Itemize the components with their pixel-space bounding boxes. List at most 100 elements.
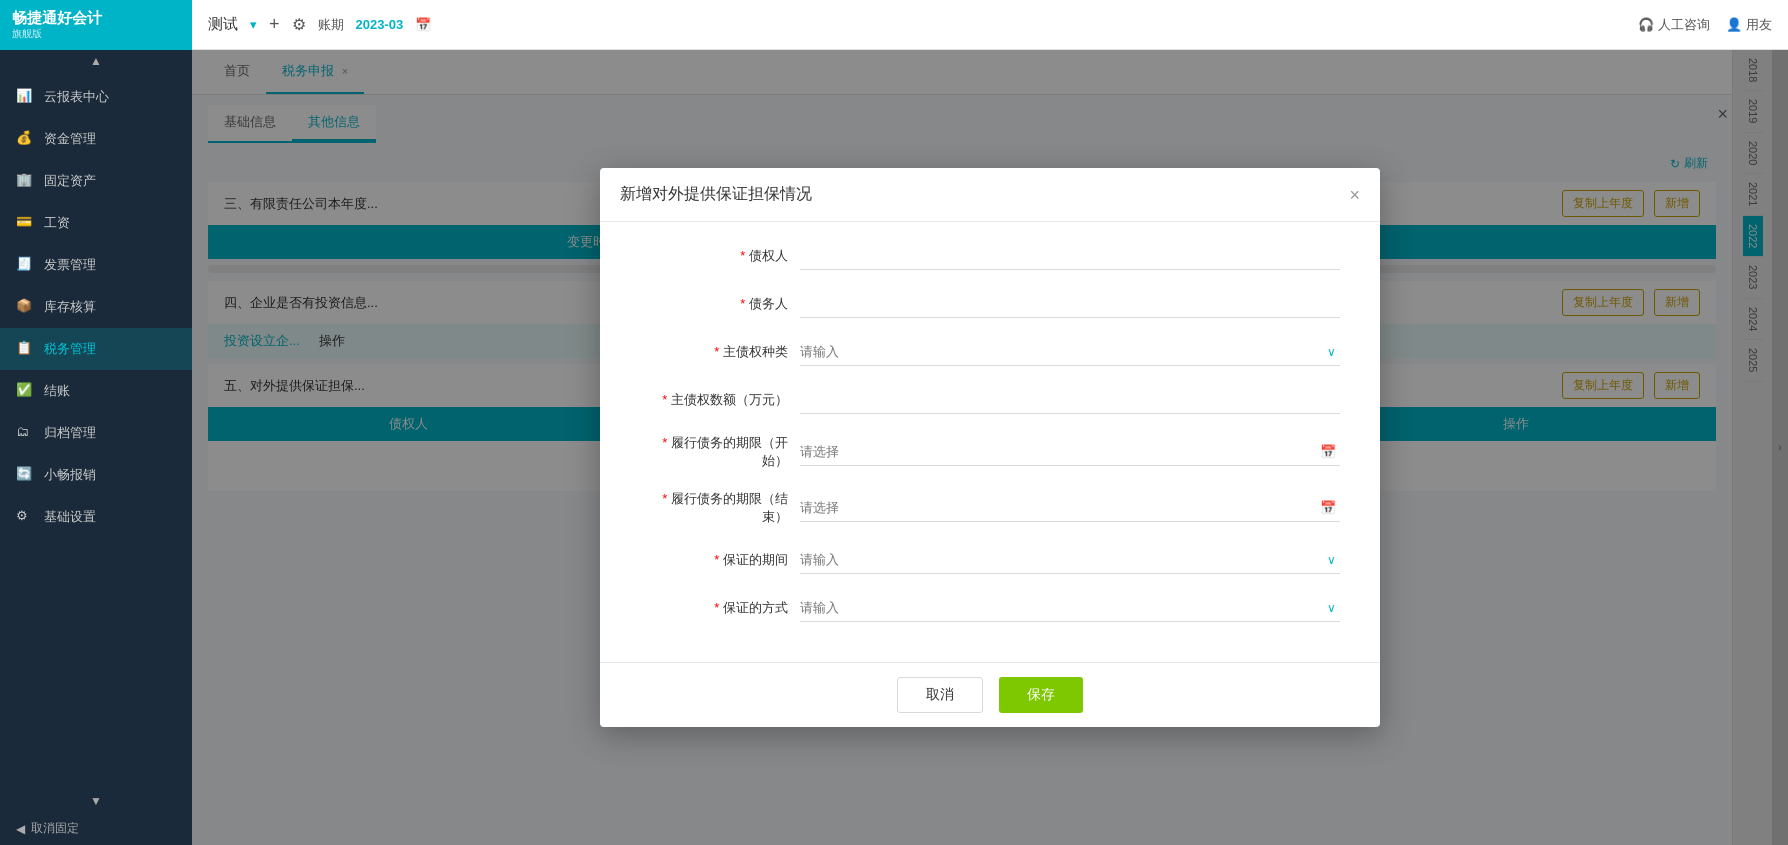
fund-mgmt-icon: 💰	[16, 130, 34, 148]
fixed-assets-icon: 🏢	[16, 172, 34, 190]
label-debt-amount: * 主债权数额（万元）	[640, 391, 800, 409]
topbar-calendar-icon[interactable]: 📅	[415, 17, 431, 32]
sidebar-scroll-up[interactable]: ▲	[0, 50, 192, 72]
sidebar-item-settlement[interactable]: ✅ 结账	[0, 370, 192, 412]
main-area: 测试 ▾ + ⚙ 账期 2023-03 📅 🎧 人工咨询 👤 用友	[192, 0, 1788, 845]
sidebar-item-fund-mgmt[interactable]: 💰 资金管理	[0, 118, 192, 160]
sidebar-item-label: 云报表中心	[44, 88, 109, 106]
sidebar-item-salary[interactable]: 💳 工资	[0, 202, 192, 244]
topbar-dropdown-icon[interactable]: ▾	[250, 17, 257, 32]
input-debtor[interactable]	[800, 290, 1340, 318]
xiao-chang-icon: 🔄	[16, 466, 34, 484]
calendar-start-icon[interactable]: 📅	[1316, 444, 1340, 459]
label-period-start: * 履行债务的期限（开始）	[640, 434, 800, 470]
input-period-end[interactable]	[800, 494, 1316, 521]
topbar-add-button[interactable]: +	[269, 14, 280, 35]
topbar-user-button[interactable]: 👤 用友	[1726, 16, 1772, 34]
sidebar-item-label: 固定资产	[44, 172, 96, 190]
input-debt-type[interactable]	[800, 338, 1323, 365]
label-guarantee-method: * 保证的方式	[640, 599, 800, 617]
topbar-period-value: 2023-03	[356, 17, 404, 32]
sidebar-item-label: 库存核算	[44, 298, 96, 316]
cancel-fix-icon: ◀	[16, 822, 25, 836]
chevron-down-icon-2[interactable]: ∨	[1323, 553, 1340, 567]
sidebar-item-invoice-mgmt[interactable]: 🧾 发票管理	[0, 244, 192, 286]
select-guarantee-method[interactable]: ∨	[800, 594, 1340, 622]
app-name: 畅捷通好会计	[12, 9, 102, 27]
input-guarantee-method[interactable]	[800, 594, 1323, 621]
modal-close-button[interactable]: ×	[1349, 186, 1360, 204]
archive-icon: 🗂	[16, 424, 34, 442]
form-row-debt-amount: * 主债权数额（万元）	[640, 386, 1340, 414]
input-period-start[interactable]	[800, 438, 1316, 465]
input-guarantee-period[interactable]	[800, 546, 1323, 573]
app-edition: 旗舰版	[12, 27, 102, 41]
label-debtor: * 债务人	[640, 295, 800, 313]
form-row-period-end: * 履行债务的期限（结束） 📅	[640, 490, 1340, 526]
modal-body: * 债权人 * 债务人	[600, 222, 1380, 662]
sidebar-item-tax-mgmt[interactable]: 📋 税务管理	[0, 328, 192, 370]
chevron-down-icon[interactable]: ∨	[1323, 345, 1340, 359]
user-icon: 👤	[1726, 17, 1742, 32]
tax-mgmt-icon: 📋	[16, 340, 34, 358]
sidebar-item-archive-mgmt[interactable]: 🗂 归档管理	[0, 412, 192, 454]
form-row-guarantee-method: * 保证的方式 ∨	[640, 594, 1340, 622]
date-period-start[interactable]: 📅	[800, 438, 1340, 466]
cancel-button[interactable]: 取消	[897, 677, 983, 713]
modal-add-guarantee: 新增对外提供保证担保情况 × * 债权人	[600, 168, 1380, 727]
label-debt-type: * 主债权种类	[640, 343, 800, 361]
sidebar-item-label: 小畅报销	[44, 466, 96, 484]
select-debt-type[interactable]: ∨	[800, 338, 1340, 366]
input-debt-amount[interactable]	[800, 386, 1340, 414]
form-row-debtor: * 债务人	[640, 290, 1340, 318]
sidebar-item-basic-settings[interactable]: ⚙ 基础设置	[0, 496, 192, 538]
label-guarantee-period: * 保证的期间	[640, 551, 800, 569]
modal-footer: 取消 保存	[600, 662, 1380, 727]
input-creditor[interactable]	[800, 242, 1340, 270]
save-button[interactable]: 保存	[999, 677, 1083, 713]
settlement-icon: ✅	[16, 382, 34, 400]
chevron-down-icon-3[interactable]: ∨	[1323, 601, 1340, 615]
topbar-title: 测试	[208, 15, 238, 34]
sidebar-nav: 📊 云报表中心 💰 资金管理 🏢 固定资产 💳 工资 🧾 发票管理 📦	[0, 72, 192, 790]
sidebar-item-xiao-chang[interactable]: 🔄 小畅报销	[0, 454, 192, 496]
topbar-gear-icon[interactable]: ⚙	[292, 15, 306, 34]
sidebar-item-label: 资金管理	[44, 130, 96, 148]
modal-header: 新增对外提供保证担保情况 ×	[600, 168, 1380, 222]
headset-icon: 🎧	[1638, 17, 1654, 32]
form-row-period-start: * 履行债务的期限（开始） 📅	[640, 434, 1340, 470]
settings-icon: ⚙	[16, 508, 34, 526]
topbar-service-button[interactable]: 🎧 人工咨询	[1638, 16, 1710, 34]
sidebar-item-inventory[interactable]: 📦 库存核算	[0, 286, 192, 328]
invoice-icon: 🧾	[16, 256, 34, 274]
topbar: 测试 ▾ + ⚙ 账期 2023-03 📅 🎧 人工咨询 👤 用友	[192, 0, 1788, 50]
modal-title: 新增对外提供保证担保情况	[620, 184, 812, 205]
form-row-debt-type: * 主债权种类 ∨	[640, 338, 1340, 366]
sidebar-item-label: 结账	[44, 382, 70, 400]
sidebar-header: 畅捷通好会计 旗舰版	[0, 0, 192, 50]
form-row-guarantee-period: * 保证的期间 ∨	[640, 546, 1340, 574]
sidebar-item-label: 工资	[44, 214, 70, 232]
content-area: 首页 税务申报 × 基础信息 其他信息	[192, 50, 1788, 845]
sidebar-item-fixed-assets[interactable]: 🏢 固定资产	[0, 160, 192, 202]
label-creditor: * 债权人	[640, 247, 800, 265]
sidebar-footer-cancel-fix[interactable]: ◀ 取消固定	[0, 812, 192, 845]
topbar-right: 🎧 人工咨询 👤 用友	[1638, 16, 1772, 34]
sidebar-item-label: 发票管理	[44, 256, 96, 274]
label-period-end: * 履行债务的期限（结束）	[640, 490, 800, 526]
modal-overlay: 新增对外提供保证担保情况 × * 债权人	[192, 50, 1788, 845]
sidebar-item-label: 基础设置	[44, 508, 96, 526]
sidebar-item-cloud-reports[interactable]: 📊 云报表中心	[0, 76, 192, 118]
form-row-creditor: * 债权人	[640, 242, 1340, 270]
sidebar: 畅捷通好会计 旗舰版 ▲ 📊 云报表中心 💰 资金管理 🏢 固定资产 💳 工资	[0, 0, 192, 845]
calendar-end-icon[interactable]: 📅	[1316, 500, 1340, 515]
date-period-end[interactable]: 📅	[800, 494, 1340, 522]
sidebar-item-label: 税务管理	[44, 340, 96, 358]
select-guarantee-period[interactable]: ∨	[800, 546, 1340, 574]
salary-icon: 💳	[16, 214, 34, 232]
inventory-icon: 📦	[16, 298, 34, 316]
topbar-period-label: 账期	[318, 16, 344, 34]
sidebar-item-label: 归档管理	[44, 424, 96, 442]
sidebar-scroll-down[interactable]: ▼	[0, 790, 192, 812]
cloud-reports-icon: 📊	[16, 88, 34, 106]
